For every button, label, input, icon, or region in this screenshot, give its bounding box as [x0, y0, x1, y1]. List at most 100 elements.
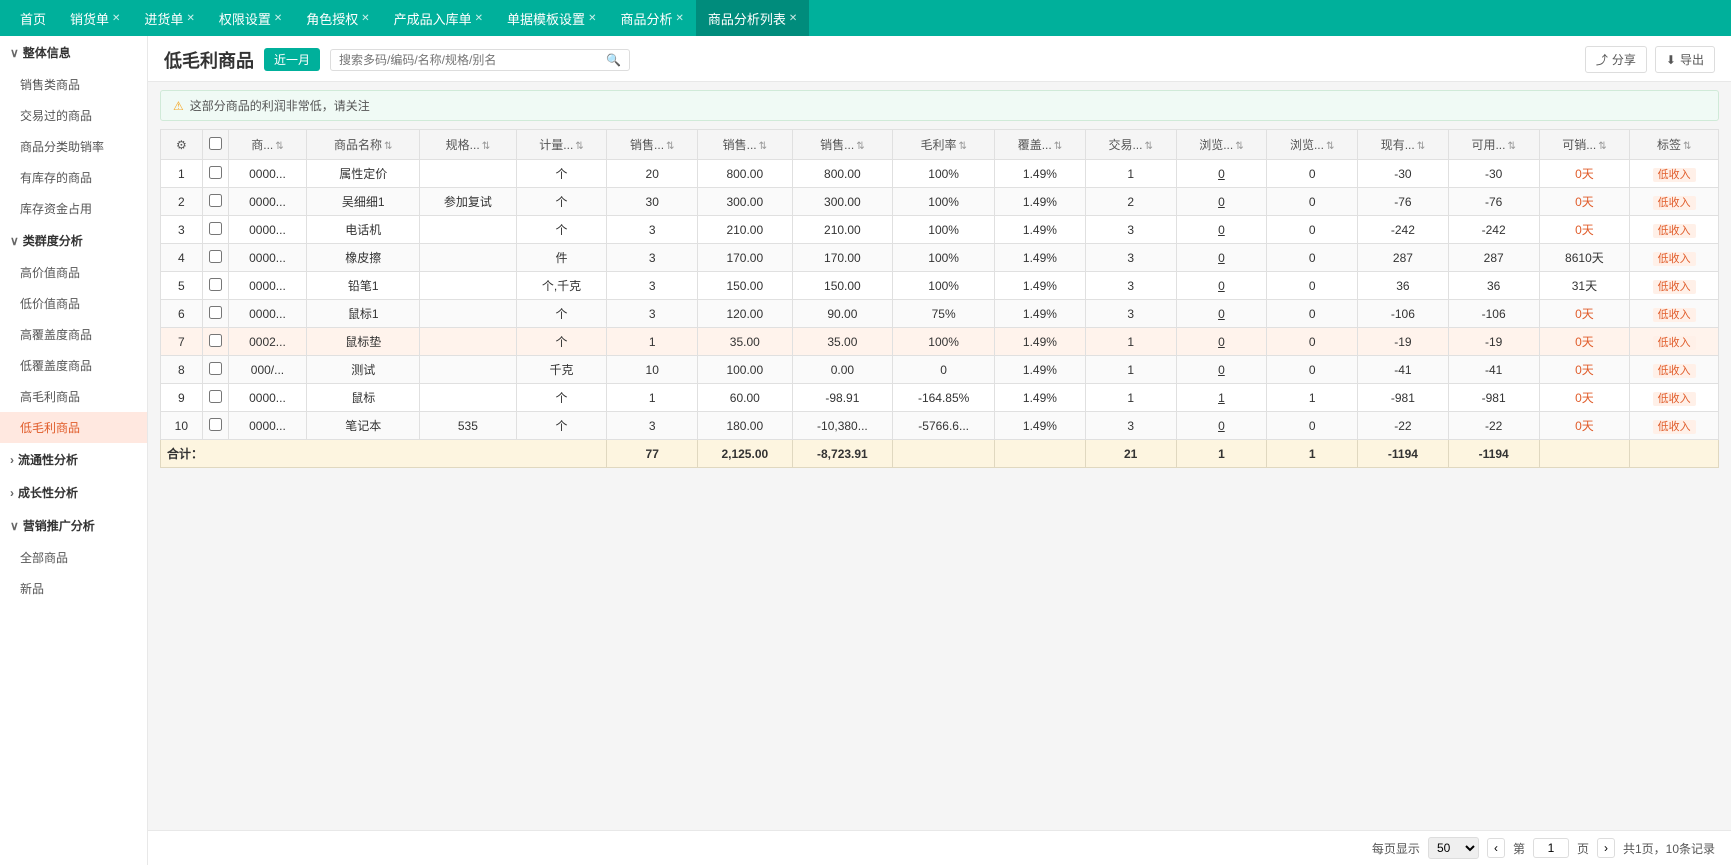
row-checkbox[interactable] [202, 412, 228, 440]
table-row: 1 0000... 属性定价 个 20 800.00 800.00 100% 1… [161, 160, 1719, 188]
row-code: 0000... [228, 272, 307, 300]
sidebar-item-stock-fund[interactable]: 库存资金占用 [0, 193, 147, 224]
search-input[interactable] [339, 53, 606, 67]
close-icon[interactable]: ✕ [112, 13, 120, 24]
sidebar-item-new-goods[interactable]: 新品 [0, 573, 147, 604]
row-checkbox[interactable] [202, 356, 228, 384]
col-spec[interactable]: 规格...⇅ [420, 130, 516, 160]
row-checkbox[interactable] [202, 384, 228, 412]
col-unit[interactable]: 计量...⇅ [516, 130, 607, 160]
total-label: 合计： [161, 440, 607, 468]
export-button[interactable]: ⬇ 导出 [1655, 46, 1715, 73]
col-code[interactable]: 商...⇅ [228, 130, 307, 160]
sidebar-item-category-rate[interactable]: 商品分类助销率 [0, 131, 147, 162]
row-views2: 0 [1267, 300, 1358, 328]
nav-sales[interactable]: 销货单 ✕ [58, 0, 132, 36]
row-gross-margin: 100% [893, 272, 995, 300]
prev-page-button[interactable]: ‹ [1487, 838, 1505, 858]
row-checkbox[interactable] [202, 272, 228, 300]
row-views1[interactable]: 0 [1176, 300, 1267, 328]
col-saleable[interactable]: 可销...⇅ [1539, 130, 1630, 160]
sidebar-group-marketing[interactable]: ∨ 营销推广分析 [0, 509, 147, 542]
row-views1[interactable]: 1 [1176, 384, 1267, 412]
row-views1[interactable]: 0 [1176, 244, 1267, 272]
row-sales-qty: 3 [607, 300, 698, 328]
close-icon[interactable]: ✕ [186, 13, 194, 24]
sidebar-group-growth[interactable]: › 成长性分析 [0, 476, 147, 509]
row-checkbox[interactable] [202, 328, 228, 356]
row-code: 0000... [228, 188, 307, 216]
col-tag[interactable]: 标签⇅ [1630, 130, 1719, 160]
nav-production[interactable]: 产成品入库单 ✕ [382, 0, 495, 36]
close-icon[interactable]: ✕ [361, 13, 369, 24]
horizontal-scrollbar[interactable] [148, 822, 1731, 830]
export-icon: ⬇ [1666, 53, 1676, 67]
nav-purchase[interactable]: 进货单 ✕ [132, 0, 206, 36]
col-views1[interactable]: 浏览...⇅ [1176, 130, 1267, 160]
row-unit: 个,千克 [516, 272, 607, 300]
col-gross-margin[interactable]: 毛利率⇅ [893, 130, 995, 160]
nav-goods-analysis-list[interactable]: 商品分析列表 ✕ [696, 0, 809, 36]
row-checkbox[interactable] [202, 216, 228, 244]
sidebar-item-high-value[interactable]: 高价值商品 [0, 257, 147, 288]
row-views1[interactable]: 0 [1176, 188, 1267, 216]
sidebar-item-sales-goods[interactable]: 销售类商品 [0, 69, 147, 100]
close-icon[interactable]: ✕ [274, 13, 282, 24]
sidebar-group-cluster[interactable]: ∨ 类群度分析 [0, 224, 147, 257]
close-icon[interactable]: ✕ [789, 13, 797, 24]
col-sales-price[interactable]: 销售...⇅ [698, 130, 792, 160]
row-checkbox[interactable] [202, 160, 228, 188]
col-sales-qty[interactable]: 销售...⇅ [607, 130, 698, 160]
row-checkbox[interactable] [202, 188, 228, 216]
nav-template[interactable]: 单据模板设置 ✕ [495, 0, 608, 36]
row-transactions: 1 [1085, 160, 1176, 188]
page-number-input[interactable] [1533, 838, 1569, 858]
next-page-button[interactable]: › [1597, 838, 1615, 858]
nav-goods-analysis[interactable]: 商品分析 ✕ [608, 0, 695, 36]
row-views1[interactable]: 0 [1176, 328, 1267, 356]
sidebar-item-low-coverage[interactable]: 低覆盖度商品 [0, 350, 147, 381]
sidebar-item-low-margin[interactable]: 低毛利商品 [0, 412, 147, 443]
row-views1[interactable]: 0 [1176, 216, 1267, 244]
sidebar-group-flow[interactable]: › 流通性分析 [0, 443, 147, 476]
col-settings[interactable]: ⚙ [161, 130, 203, 160]
row-views1[interactable]: 0 [1176, 356, 1267, 384]
close-icon[interactable]: ✕ [675, 13, 683, 24]
share-button[interactable]: ⤴ 分享 [1585, 46, 1647, 73]
sidebar-item-stocked-goods[interactable]: 有库存的商品 [0, 162, 147, 193]
row-checkbox[interactable] [202, 300, 228, 328]
col-sales-amount[interactable]: 销售...⇅ [792, 130, 893, 160]
row-transactions: 1 [1085, 356, 1176, 384]
select-all-checkbox[interactable] [209, 137, 222, 150]
total-tag [1630, 440, 1719, 468]
row-views1[interactable]: 0 [1176, 272, 1267, 300]
period-button[interactable]: 近一月 [264, 48, 320, 71]
col-coverage[interactable]: 覆盖...⇅ [995, 130, 1086, 160]
sidebar-item-high-coverage[interactable]: 高覆盖度商品 [0, 319, 147, 350]
sidebar-item-high-margin[interactable]: 高毛利商品 [0, 381, 147, 412]
nav-permissions[interactable]: 权限设置 ✕ [207, 0, 294, 36]
nav-home[interactable]: 首页 [8, 0, 58, 36]
sidebar-item-low-value[interactable]: 低价值商品 [0, 288, 147, 319]
col-transactions[interactable]: 交易...⇅ [1085, 130, 1176, 160]
col-checkbox[interactable] [202, 130, 228, 160]
close-icon[interactable]: ✕ [588, 13, 596, 24]
row-sales-amount: 0.00 [792, 356, 893, 384]
sidebar-group-overall[interactable]: ∨ 整体信息 [0, 36, 147, 69]
sidebar-item-traded-goods[interactable]: 交易过的商品 [0, 100, 147, 131]
sidebar-item-all-goods[interactable]: 全部商品 [0, 542, 147, 573]
col-available[interactable]: 可用...⇅ [1448, 130, 1539, 160]
row-checkbox[interactable] [202, 244, 228, 272]
col-current-stock[interactable]: 现有...⇅ [1358, 130, 1449, 160]
search-icon[interactable]: 🔍 [606, 53, 621, 67]
row-views1[interactable]: 0 [1176, 160, 1267, 188]
row-views1[interactable]: 0 [1176, 412, 1267, 440]
close-icon[interactable]: ✕ [475, 13, 483, 24]
col-views2[interactable]: 浏览...⇅ [1267, 130, 1358, 160]
per-page-select[interactable]: 50 100 200 [1428, 837, 1479, 859]
nav-roles[interactable]: 角色授权 ✕ [294, 0, 381, 36]
row-sales-amount: 90.00 [792, 300, 893, 328]
row-no: 10 [161, 412, 203, 440]
col-name[interactable]: 商品名称⇅ [307, 130, 420, 160]
row-name: 测试 [307, 356, 420, 384]
